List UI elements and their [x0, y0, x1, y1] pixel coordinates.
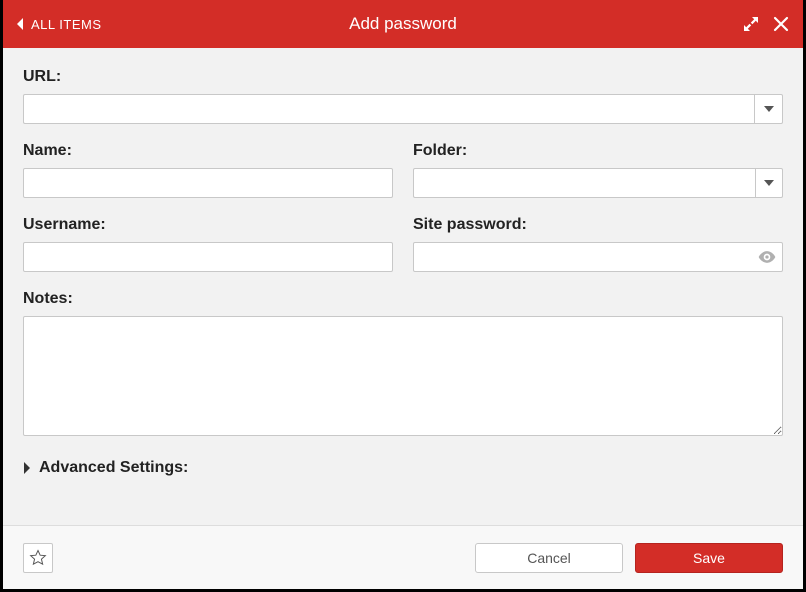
folder-input[interactable] [413, 168, 755, 198]
username-input[interactable] [23, 242, 393, 272]
back-label: ALL ITEMS [31, 17, 101, 32]
close-button[interactable] [773, 16, 789, 32]
caret-down-icon [764, 180, 774, 186]
folder-dropdown-button[interactable] [755, 168, 783, 198]
advanced-settings-toggle[interactable]: Advanced Settings: [23, 459, 783, 477]
caret-down-icon [764, 106, 774, 112]
name-input[interactable] [23, 168, 393, 198]
username-label: Username: [23, 216, 393, 234]
dialog-title: Add password [3, 14, 803, 34]
url-label: URL: [23, 68, 783, 86]
folder-label: Folder: [413, 142, 783, 160]
password-input[interactable] [413, 242, 783, 272]
back-all-items-button[interactable]: ALL ITEMS [17, 17, 101, 32]
eye-icon [757, 247, 777, 267]
toggle-password-visibility-button[interactable] [757, 247, 777, 267]
close-icon [773, 16, 789, 32]
add-password-dialog: ALL ITEMS Add password URL: [3, 0, 803, 589]
notes-label: Notes: [23, 290, 783, 308]
expand-button[interactable] [743, 16, 759, 32]
save-button[interactable]: Save [635, 543, 783, 573]
url-input[interactable] [23, 94, 754, 124]
chevron-left-icon [17, 18, 25, 30]
expand-icon [743, 16, 759, 32]
url-dropdown-button[interactable] [754, 94, 783, 124]
name-label: Name: [23, 142, 393, 160]
chevron-right-icon [23, 462, 31, 474]
form-body: URL: Name: Folder: [3, 48, 803, 525]
favorite-button[interactable] [23, 543, 53, 573]
password-label: Site password: [413, 216, 783, 234]
titlebar: ALL ITEMS Add password [3, 0, 803, 48]
footer: Cancel Save [3, 525, 803, 589]
notes-textarea[interactable] [23, 316, 783, 436]
cancel-button[interactable]: Cancel [475, 543, 623, 573]
star-icon [29, 549, 47, 567]
advanced-settings-label: Advanced Settings: [39, 459, 188, 477]
